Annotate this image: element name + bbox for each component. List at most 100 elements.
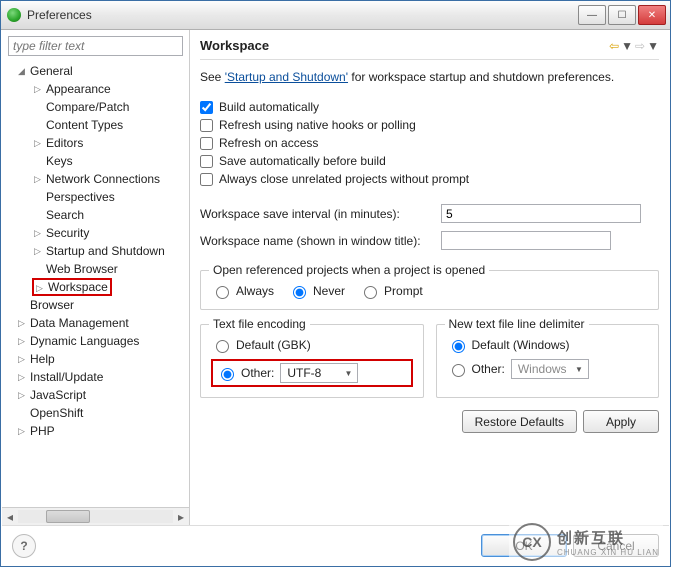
maximize-button[interactable]: ☐ xyxy=(608,5,636,25)
disclosure-icon[interactable]: ▷ xyxy=(34,283,45,294)
tree-item-dynamic-languages[interactable]: ▷Dynamic Languages xyxy=(6,332,189,350)
btn-label: OK xyxy=(515,539,532,553)
tree-item-label: Content Types xyxy=(44,117,125,133)
disclosure-icon[interactable]: ▷ xyxy=(16,336,27,347)
disclosure-icon[interactable]: ▷ xyxy=(16,390,27,401)
tree-item-label: Security xyxy=(44,225,91,241)
tree-item-openshift[interactable]: OpenShift xyxy=(6,404,189,422)
tree-item-label: Startup and Shutdown xyxy=(44,243,167,259)
tree-item-data-management[interactable]: ▷Data Management xyxy=(6,314,189,332)
tree-item-label: Web Browser xyxy=(44,261,120,277)
right-panel: Workspace ⇦ ▼ ⇨ ▼ See 'Startup and Shutd… xyxy=(190,30,669,525)
tree-item-content-types[interactable]: Content Types xyxy=(6,116,189,134)
tree-item-search[interactable]: Search xyxy=(6,206,189,224)
tree-item-editors[interactable]: ▷Editors xyxy=(6,134,189,152)
save-before-build-checkbox[interactable]: Save automatically before build xyxy=(200,154,659,168)
tree-item-keys[interactable]: Keys xyxy=(6,152,189,170)
delimiter-other-combo[interactable]: Windows ▼ xyxy=(511,359,589,379)
tree-item-appearance[interactable]: ▷Appearance xyxy=(6,80,189,98)
tree-item-web-browser[interactable]: Web Browser xyxy=(6,260,189,278)
scroll-left-icon[interactable]: ◂ xyxy=(2,510,18,524)
tree-item-php[interactable]: ▷PHP xyxy=(6,422,189,440)
filter-input[interactable] xyxy=(8,36,183,56)
tree-item-security[interactable]: ▷Security xyxy=(6,224,189,242)
refresh-access-checkbox[interactable]: Refresh on access xyxy=(200,136,659,150)
tree-hscrollbar[interactable]: ◂ ▸ xyxy=(2,507,189,525)
nav-back-icon[interactable]: ⇦ xyxy=(609,39,619,53)
titlebar[interactable]: Preferences — ☐ ✕ xyxy=(1,1,670,30)
disclosure-icon[interactable]: ▷ xyxy=(16,318,27,329)
tree-item-perspectives[interactable]: Perspectives xyxy=(6,188,189,206)
tree-item-label: Search xyxy=(44,207,86,223)
apply-button[interactable]: Apply xyxy=(583,410,659,433)
tree-item-startup-and-shutdown[interactable]: ▷Startup and Shutdown xyxy=(6,242,189,260)
ok-button[interactable]: OK xyxy=(481,534,567,557)
encoding-other-radio[interactable]: Other: xyxy=(216,365,274,381)
tree-item-compare-patch[interactable]: Compare/Patch xyxy=(6,98,189,116)
chevron-down-icon: ▼ xyxy=(572,365,586,374)
tree-item-label: Keys xyxy=(44,153,75,169)
workspace-name-input[interactable] xyxy=(441,231,611,250)
tree-item-browser[interactable]: Browser xyxy=(6,296,189,314)
tree-item-javascript[interactable]: ▷JavaScript xyxy=(6,386,189,404)
disclosure-icon[interactable]: ▷ xyxy=(16,426,27,437)
encoding-default-radio[interactable]: Default (GBK) xyxy=(211,337,413,353)
btn-label: Apply xyxy=(606,415,636,429)
close-unrelated-checkbox[interactable]: Always close unrelated projects without … xyxy=(200,172,659,186)
page-nav: ⇦ ▼ ⇨ ▼ xyxy=(609,39,659,53)
open-prompt-radio[interactable]: Prompt xyxy=(359,283,423,299)
delimiter-other-radio[interactable]: Other: xyxy=(447,361,505,377)
tree-item-label: Appearance xyxy=(44,81,113,97)
scroll-right-icon[interactable]: ▸ xyxy=(173,510,189,524)
tree-item-label: Install/Update xyxy=(28,369,105,385)
encoding-group: Text file encoding Default (GBK) Other: … xyxy=(200,324,424,398)
combo-value: UTF-8 xyxy=(287,366,341,380)
nav-forward-icon[interactable]: ⇨ xyxy=(635,39,645,53)
disclosure-icon[interactable]: ◢ xyxy=(16,66,27,77)
tree-item-install-update[interactable]: ▷Install/Update xyxy=(6,368,189,386)
open-never-radio[interactable]: Never xyxy=(288,283,345,299)
encoding-other-highlight: Other: UTF-8 ▼ xyxy=(211,359,413,387)
tree-item-label: Compare/Patch xyxy=(44,99,131,115)
help-icon[interactable]: ? xyxy=(12,534,36,558)
rd-label: Default (GBK) xyxy=(236,338,311,352)
nav-back-menu-icon[interactable]: ▼ xyxy=(621,39,633,53)
tree-item-label: JavaScript xyxy=(28,387,88,403)
rd-label: Other: xyxy=(472,362,505,376)
tree-item-network-connections[interactable]: ▷Network Connections xyxy=(6,170,189,188)
tree-item-workspace[interactable]: ▷Workspace xyxy=(6,278,189,296)
disclosure-icon[interactable]: ▷ xyxy=(32,246,43,257)
scroll-thumb[interactable] xyxy=(46,510,90,523)
refresh-native-checkbox[interactable]: Refresh using native hooks or polling xyxy=(200,118,659,132)
rd-label: Prompt xyxy=(384,284,423,298)
see-pre: See xyxy=(200,70,225,84)
btn-label: Restore Defaults xyxy=(475,415,564,429)
save-interval-label: Workspace save interval (in minutes): xyxy=(200,207,435,221)
delimiter-group: New text file line delimiter Default (Wi… xyxy=(436,324,660,398)
group-legend: Open referenced projects when a project … xyxy=(209,263,489,277)
nav-forward-menu-icon[interactable]: ▼ xyxy=(647,39,659,53)
group-legend: New text file line delimiter xyxy=(445,317,589,331)
disclosure-icon[interactable]: ▷ xyxy=(32,228,43,239)
disclosure-icon[interactable]: ▷ xyxy=(32,138,43,149)
preferences-tree[interactable]: ◢General▷AppearanceCompare/PatchContent … xyxy=(2,60,189,507)
disclosure-icon[interactable]: ▷ xyxy=(32,84,43,95)
cancel-button[interactable]: Cancel xyxy=(573,534,659,557)
encoding-other-combo[interactable]: UTF-8 ▼ xyxy=(280,363,358,383)
delimiter-default-radio[interactable]: Default (Windows) xyxy=(447,337,649,353)
tree-item-general[interactable]: ◢General xyxy=(6,62,189,80)
minimize-button[interactable]: — xyxy=(578,5,606,25)
tree-item-label: PHP xyxy=(28,423,57,439)
startup-shutdown-link[interactable]: 'Startup and Shutdown' xyxy=(225,70,348,84)
tree-item-label: Network Connections xyxy=(44,171,162,187)
build-automatically-checkbox[interactable]: Build automatically xyxy=(200,100,659,114)
disclosure-icon[interactable]: ▷ xyxy=(32,174,43,185)
disclosure-icon[interactable]: ▷ xyxy=(16,372,27,383)
close-button[interactable]: ✕ xyxy=(638,5,666,25)
open-always-radio[interactable]: Always xyxy=(211,283,274,299)
save-interval-input[interactable] xyxy=(441,204,641,223)
disclosure-icon[interactable]: ▷ xyxy=(16,354,27,365)
restore-defaults-button[interactable]: Restore Defaults xyxy=(462,410,577,433)
tree-item-help[interactable]: ▷Help xyxy=(6,350,189,368)
chk-label: Always close unrelated projects without … xyxy=(219,172,469,186)
